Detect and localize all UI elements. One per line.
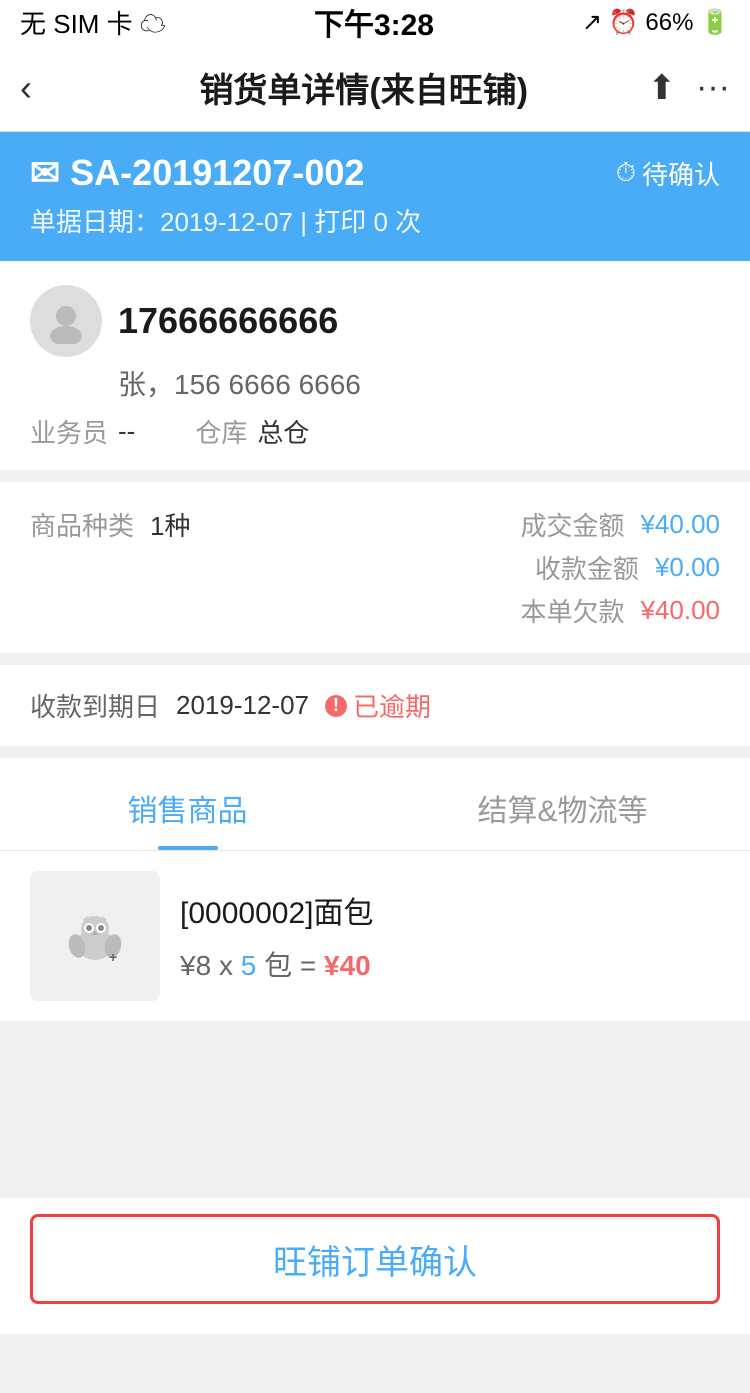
sales-rep-label: 业务员 bbox=[30, 413, 108, 450]
nav-bar: ‹ 销货单详情(来自旺铺) ⬆ ··· bbox=[0, 44, 750, 132]
customer-details: 业务员 -- 仓库 总仓 bbox=[30, 413, 720, 450]
sim-status: 无 SIM 卡 ☁ bbox=[20, 4, 166, 41]
product-type-label: 商品种类 bbox=[30, 506, 134, 543]
tabs-section: 销售商品 结算&物流等 bbox=[0, 758, 750, 1021]
customer-section: 17666666666 张，156 6666 6666 业务员 -- 仓库 总仓 bbox=[0, 261, 750, 470]
nav-actions: ⬆ ··· bbox=[648, 68, 730, 108]
product-section: + [0000002]面包 ¥8 x 5 包 = ¥40 bbox=[0, 851, 750, 1021]
avatar bbox=[30, 285, 102, 357]
quantity: 5 bbox=[241, 950, 257, 981]
page-title: 销货单详情(来自旺铺) bbox=[80, 63, 648, 112]
clock-icon: ⏱ bbox=[616, 157, 636, 189]
status-right: ↗ ⏰ 66% 🔋 bbox=[582, 8, 730, 37]
order-status: ⏱ 待确认 bbox=[616, 155, 720, 192]
bottom-bar: 旺铺订单确认 bbox=[0, 1198, 750, 1334]
owing-value: ¥40.00 bbox=[640, 595, 720, 626]
warehouse-value: 总仓 bbox=[257, 413, 309, 450]
product-type-value: 1种 bbox=[150, 506, 190, 543]
status-left: 无 SIM 卡 ☁ bbox=[20, 4, 166, 41]
owing-label: 本单欠款 bbox=[520, 592, 624, 629]
confirm-button[interactable]: 旺铺订单确认 bbox=[30, 1214, 720, 1304]
summary-section: 商品种类 1种 成交金额 ¥40.00 收款金额 ¥0.00 本单欠款 ¥40.… bbox=[0, 482, 750, 653]
due-date-value: 2019-12-07 bbox=[176, 690, 309, 721]
status-bar: 无 SIM 卡 ☁ 下午3:28 ↗ ⏰ 66% 🔋 bbox=[0, 0, 750, 44]
warehouse-label: 仓库 bbox=[195, 413, 247, 450]
overdue-badge: ! 已逾期 bbox=[325, 687, 431, 724]
more-icon[interactable]: ··· bbox=[696, 68, 730, 107]
multiply-sign: x bbox=[219, 950, 241, 981]
inbox-icon: ✉ bbox=[30, 152, 60, 194]
battery-status: ↗ ⏰ 66% 🔋 bbox=[582, 8, 730, 37]
due-date-label: 收款到期日 bbox=[30, 687, 160, 724]
share-icon[interactable]: ⬆ bbox=[648, 68, 677, 108]
amount-label: 成交金额 bbox=[520, 506, 624, 543]
order-id: ✉ SA-20191207-002 bbox=[30, 152, 364, 194]
amount-value: ¥40.00 bbox=[640, 509, 720, 540]
unit-price: ¥8 bbox=[180, 950, 211, 981]
product-item: + [0000002]面包 ¥8 x 5 包 = ¥40 bbox=[30, 871, 720, 1001]
tab-sales-products[interactable]: 销售商品 bbox=[0, 758, 375, 850]
tab-settlement[interactable]: 结算&物流等 bbox=[375, 758, 750, 850]
payment-value: ¥0.00 bbox=[655, 552, 720, 583]
sales-rep-value: -- bbox=[118, 416, 135, 447]
product-info: [0000002]面包 ¥8 x 5 包 = ¥40 bbox=[180, 888, 720, 984]
product-name: [0000002]面包 bbox=[180, 888, 720, 932]
unit: 包 bbox=[264, 950, 292, 981]
status-time: 下午3:28 bbox=[314, 0, 434, 44]
customer-phone: 17666666666 bbox=[118, 300, 338, 342]
tabs-row: 销售商品 结算&物流等 bbox=[0, 758, 750, 851]
due-date-section: 收款到期日 2019-12-07 ! 已逾期 bbox=[0, 665, 750, 746]
product-thumbnail: + bbox=[30, 871, 160, 1001]
overdue-icon: ! bbox=[325, 695, 347, 717]
payment-label: 收款金额 bbox=[535, 549, 639, 586]
customer-name: 张，156 6666 6666 bbox=[118, 363, 720, 403]
total-price: ¥40 bbox=[324, 950, 371, 981]
amounts: 成交金额 ¥40.00 收款金额 ¥0.00 本单欠款 ¥40.00 bbox=[520, 506, 720, 629]
product-type: 商品种类 1种 bbox=[30, 506, 190, 543]
overdue-text: 已逾期 bbox=[353, 687, 431, 724]
svg-text:+: + bbox=[109, 949, 117, 965]
equals-sign: = bbox=[300, 950, 324, 981]
product-price: ¥8 x 5 包 = ¥40 bbox=[180, 944, 720, 984]
back-button[interactable]: ‹ bbox=[20, 67, 80, 109]
order-meta: 单据日期：2019-12-07 | 打印 0 次 bbox=[30, 202, 720, 239]
order-header-card: ✉ SA-20191207-002 ⏱ 待确认 单据日期：2019-12-07 … bbox=[0, 132, 750, 261]
